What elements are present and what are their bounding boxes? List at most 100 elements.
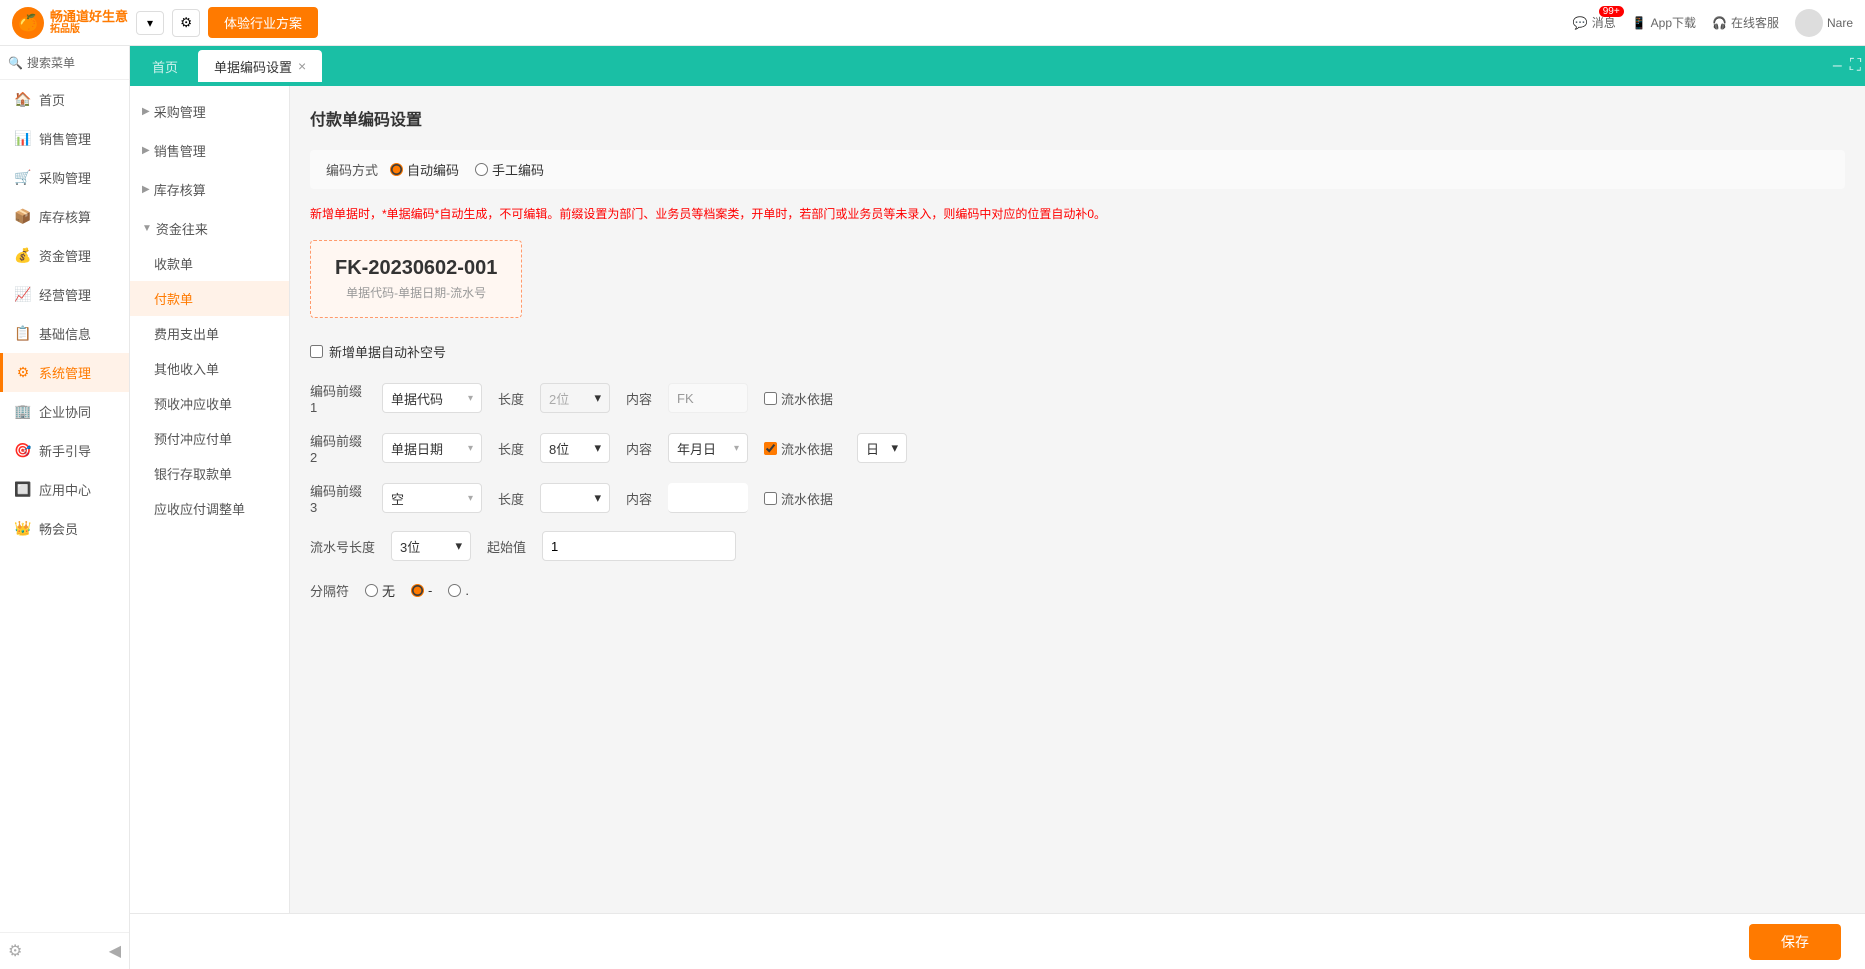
workspace-dropdown[interactable]: ▾ xyxy=(136,11,164,35)
sub-menu-finance-header[interactable]: ▼ 资金往来 xyxy=(130,211,289,246)
manual-code-radio[interactable]: 手工编码 xyxy=(475,160,544,179)
tab-coding-settings[interactable]: 单据编码设置 × xyxy=(198,50,322,82)
sidebar-item-base[interactable]: 📋 基础信息 xyxy=(0,314,129,353)
auto-code-radio[interactable]: 自动编码 xyxy=(390,160,459,179)
user-avatar[interactable]: Nare xyxy=(1795,9,1853,37)
sub-menu-item-other-income[interactable]: 其他收入单 xyxy=(130,351,289,386)
content3-input[interactable] xyxy=(668,483,748,513)
sub-menu-item-prepay-payable[interactable]: 预付冲应付单 xyxy=(130,421,289,456)
manual-code-input[interactable] xyxy=(475,163,488,176)
sub-menu-inventory-header[interactable]: ▶ 库存核算 xyxy=(130,172,289,207)
page-content: ▶ 采购管理 ▶ 销售管理 ▶ 库存核算 xyxy=(130,86,1865,913)
tab-expand-icon[interactable]: ⛶ xyxy=(1850,57,1861,75)
prefix2-arrow: ▾ xyxy=(468,443,473,454)
content2-select[interactable]: 年月日 ▾ xyxy=(668,433,748,463)
length1-select[interactable]: 2位 ▾ xyxy=(540,383,610,413)
sub-menu-item-expense[interactable]: 费用支出单 xyxy=(130,316,289,351)
tab-home[interactable]: 首页 xyxy=(136,50,194,82)
sub-menu-sales-label: 销售管理 xyxy=(154,141,206,160)
sidebar-item-company[interactable]: 🏢 企业协同 xyxy=(0,392,129,431)
sidebar-item-inventory[interactable]: 📦 库存核算 xyxy=(0,197,129,236)
stream1-checkbox[interactable] xyxy=(764,392,777,405)
stream3-checkbox[interactable] xyxy=(764,492,777,505)
sub-menu-item-adjustment[interactable]: 应收应付调整单 xyxy=(130,491,289,526)
sidebar-item-finance[interactable]: 💰 资金管理 xyxy=(0,236,129,275)
tab-minimize-icon[interactable]: – xyxy=(1833,57,1842,75)
sub-menu-sales-header[interactable]: ▶ 销售管理 xyxy=(130,133,289,168)
save-button[interactable]: 保存 xyxy=(1749,924,1841,960)
code-preview-desc: 单据代码-单据日期-流水号 xyxy=(335,284,497,301)
sidebar-item-base-label: 基础信息 xyxy=(39,324,91,343)
sidebar-item-company-label: 企业协同 xyxy=(39,402,91,421)
sep-none[interactable]: 无 xyxy=(365,581,395,600)
sub-menu-item-prepay-receivable[interactable]: 预收冲应收单 xyxy=(130,386,289,421)
footer-collapse-btn[interactable]: ◀ xyxy=(109,941,121,961)
finance-icon: 💰 xyxy=(15,248,31,264)
sidebar-item-member[interactable]: 👑 畅会员 xyxy=(0,509,129,548)
sub-menu-item-bank[interactable]: 银行存取款单 xyxy=(130,456,289,491)
stream2-label: 流水依据 xyxy=(781,439,833,458)
sub-menu-finance-label: 资金往来 xyxy=(156,219,208,238)
settings-button[interactable]: ⚙ xyxy=(172,9,200,37)
user-name: Nare xyxy=(1827,16,1853,30)
sub-menu-item-payment[interactable]: 付款单 xyxy=(130,281,289,316)
sub-menu-prepay-pay-label: 预付冲应付单 xyxy=(154,432,232,447)
sidebar-item-operations-label: 经营管理 xyxy=(39,285,91,304)
online-service-button[interactable]: 🎧 在线客服 xyxy=(1712,14,1779,31)
sidebar-item-home[interactable]: 🏠 首页 xyxy=(0,80,129,119)
sidebar-item-guide[interactable]: 🎯 新手引导 xyxy=(0,431,129,470)
stream2-checkbox[interactable] xyxy=(764,442,777,455)
sep-none-input[interactable] xyxy=(365,584,378,597)
auto-code-input[interactable] xyxy=(390,163,403,176)
sub-menu-item-receipt[interactable]: 收款单 xyxy=(130,246,289,281)
sep-dot[interactable]: . xyxy=(448,583,469,598)
serial-length-label: 流水号长度 xyxy=(310,537,375,556)
sidebar-item-purchase-label: 采购管理 xyxy=(39,168,91,187)
serial-length-select[interactable]: 3位 ▾ xyxy=(391,531,471,561)
sep-dash-input[interactable] xyxy=(411,584,424,597)
app-download-button[interactable]: 📱 App下载 xyxy=(1632,14,1696,31)
prefix3-select[interactable]: 空 ▾ xyxy=(382,483,482,513)
company-icon: 🏢 xyxy=(15,404,31,420)
search-menu[interactable]: 🔍 搜索菜单 xyxy=(0,46,129,80)
apps-icon: 🔲 xyxy=(15,482,31,498)
sep-dot-input[interactable] xyxy=(448,584,461,597)
footer-settings-btn[interactable]: ⚙ xyxy=(8,941,22,961)
serial-start-input[interactable] xyxy=(542,531,736,561)
sub-menu-purchase-header[interactable]: ▶ 采购管理 xyxy=(130,94,289,129)
sidebar-item-sales-label: 销售管理 xyxy=(39,129,91,148)
length2-select[interactable]: 8位 ▾ xyxy=(540,433,610,463)
tab-close-icon[interactable]: × xyxy=(298,58,306,74)
top-bar-left: 🍊 畅通道好生意 拓品版 ▾ ⚙ 体验行业方案 xyxy=(12,7,318,39)
sidebar-item-apps[interactable]: 🔲 应用中心 xyxy=(0,470,129,509)
sidebar-item-purchase[interactable]: 🛒 采购管理 xyxy=(0,158,129,197)
auto-fill-checkbox[interactable] xyxy=(310,345,323,358)
manual-code-label: 手工编码 xyxy=(492,160,544,179)
length3-select[interactable]: ▾ xyxy=(540,483,610,513)
trial-button[interactable]: 体验行业方案 xyxy=(208,7,318,38)
stream2-unit-select[interactable]: 日 ▾ xyxy=(857,433,907,463)
message-button[interactable]: 💬 消息 99+ xyxy=(1573,14,1616,31)
sidebar-item-sales[interactable]: 📊 销售管理 xyxy=(0,119,129,158)
logo-sub: 拓品版 xyxy=(50,24,128,36)
sales-icon: 📊 xyxy=(15,131,31,147)
prefix2-value: 单据日期 xyxy=(391,439,443,458)
form-row-1: 编码前缀1 单据代码 ▾ 长度 2位 ▾ 内容 FK xyxy=(310,381,1845,415)
sidebar-item-apps-label: 应用中心 xyxy=(39,480,91,499)
prefix2-label: 编码前缀2 xyxy=(310,431,366,465)
sidebar-item-operations[interactable]: 📈 经营管理 xyxy=(0,275,129,314)
sub-menu-receipt-label: 收款单 xyxy=(154,257,193,272)
search-menu-label: 搜索菜单 xyxy=(27,54,75,71)
sub-menu-group-inventory: ▶ 库存核算 xyxy=(130,172,289,207)
purchase-icon: 🛒 xyxy=(15,170,31,186)
prefix2-select[interactable]: 单据日期 ▾ xyxy=(382,433,482,463)
sep-none-label: 无 xyxy=(382,581,395,600)
sidebar-footer: ⚙ ◀ xyxy=(0,932,129,969)
sub-menu-bank-label: 银行存取款单 xyxy=(154,467,232,482)
main-layout: 🔍 搜索菜单 🏠 首页 📊 销售管理 🛒 采购管理 📦 库存核算 💰 xyxy=(0,46,1865,969)
prefix1-select[interactable]: 单据代码 ▾ xyxy=(382,383,482,413)
prefix3-value: 空 xyxy=(391,489,404,508)
sep-dash[interactable]: - xyxy=(411,583,432,598)
content2-arrow: ▾ xyxy=(734,443,739,454)
sidebar-item-system[interactable]: ⚙ 系统管理 xyxy=(0,353,129,392)
